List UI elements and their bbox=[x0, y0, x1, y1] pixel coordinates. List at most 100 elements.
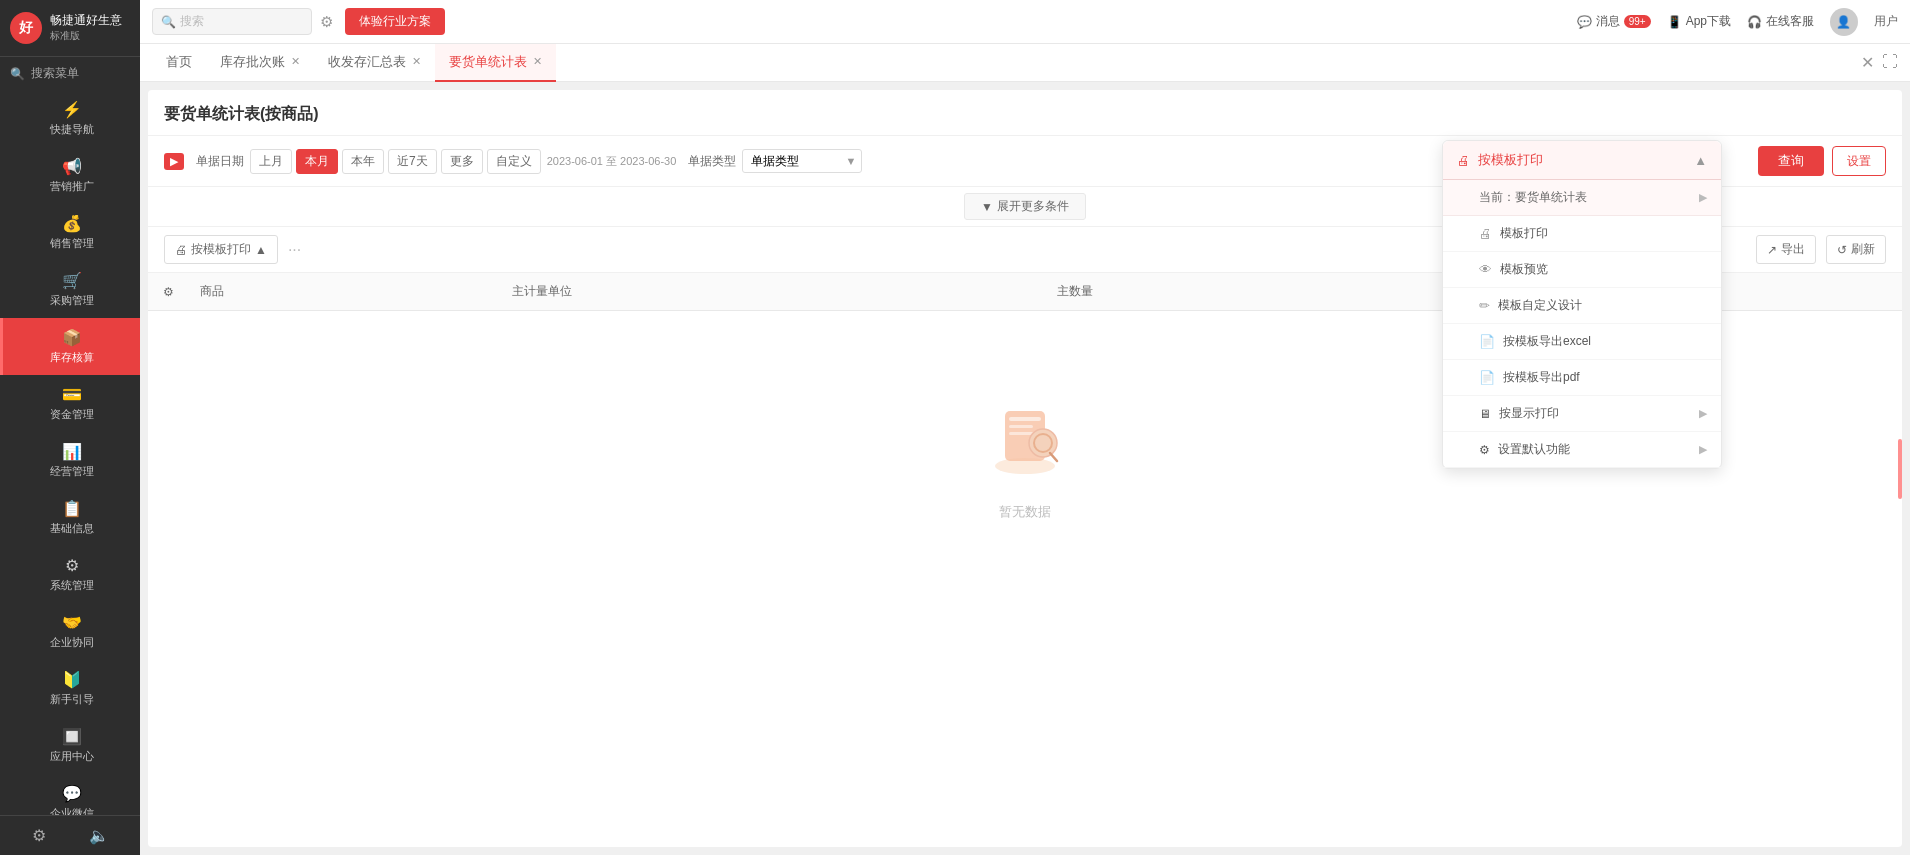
print-display-print-group[interactable]: 🖥 按显示打印 ▶ bbox=[1443, 396, 1721, 432]
export-excel-icon: 📄 bbox=[1479, 334, 1495, 349]
collab-label: 企业协同 bbox=[50, 635, 94, 650]
purchase-icon: 🛒 bbox=[62, 271, 82, 290]
apps-icon: 🔲 bbox=[62, 727, 82, 746]
message-btn[interactable]: 💬 消息 99+ bbox=[1577, 13, 1651, 30]
online-service-btn[interactable]: 🎧 在线客服 bbox=[1747, 13, 1814, 30]
trial-button[interactable]: 体验行业方案 bbox=[345, 8, 445, 35]
sidebar-item-basic[interactable]: 📋 基础信息 bbox=[0, 489, 140, 546]
print-dropdown-header: 🖨 按模板打印 ▲ bbox=[1443, 141, 1721, 180]
tab-order-stats[interactable]: 要货单统计表 ✕ bbox=[435, 44, 556, 82]
tab-home[interactable]: 首页 bbox=[152, 44, 206, 82]
tab-order-stats-close[interactable]: ✕ bbox=[533, 55, 542, 68]
template-print-icon: 🖨 bbox=[1479, 226, 1492, 241]
tab-receivable-summary-close[interactable]: ✕ bbox=[412, 55, 421, 68]
quick-nav-label: 快捷导航 bbox=[50, 122, 94, 137]
query-button[interactable]: 查询 bbox=[1758, 146, 1824, 176]
template-preview-icon: 👁 bbox=[1479, 262, 1492, 277]
print-dropdown: 🖨 按模板打印 ▲ 当前：要货单统计表 ▶ 🖨 模板打印 👁 模板预览 bbox=[1442, 140, 1722, 469]
user-avatar[interactable]: 👤 bbox=[1830, 8, 1858, 36]
col-qty: 主数量 bbox=[1045, 273, 1435, 311]
footer-sound-icon[interactable]: 🔈 bbox=[89, 826, 109, 845]
display-print-label: 按显示打印 bbox=[1499, 405, 1559, 422]
tabbar: 首页 库存批次账 ✕ 收发存汇总表 ✕ 要货单统计表 ✕ ✕ ⛶ bbox=[140, 44, 1910, 82]
tab-inventory-batch[interactable]: 库存批次账 ✕ bbox=[206, 44, 314, 82]
topbar-search-icon: 🔍 bbox=[161, 15, 176, 29]
current-year-btn[interactable]: 本年 bbox=[342, 149, 384, 174]
svg-line-7 bbox=[1050, 453, 1057, 461]
tab-close-all-icon[interactable]: ✕ bbox=[1861, 53, 1874, 72]
print-dropdown-title: 🖨 按模板打印 bbox=[1457, 151, 1543, 169]
guide-icon: 🔰 bbox=[62, 670, 82, 689]
print-template-btn[interactable]: 🖨 按模板打印 ▲ bbox=[164, 235, 278, 264]
print-export-excel-item[interactable]: 📄 按模板导出excel bbox=[1443, 324, 1721, 360]
sidebar-item-system[interactable]: ⚙ 系统管理 bbox=[0, 546, 140, 603]
print-default-func-group[interactable]: ⚙ 设置默认功能 ▶ bbox=[1443, 432, 1721, 468]
basic-label: 基础信息 bbox=[50, 521, 94, 536]
print-template-design-item[interactable]: ✏ 模板自定义设计 bbox=[1443, 288, 1721, 324]
sidebar-search[interactable]: 🔍 搜索菜单 bbox=[0, 57, 140, 90]
sidebar-item-marketing[interactable]: 📢 营销推广 bbox=[0, 147, 140, 204]
topbar-search[interactable]: 🔍 搜索 bbox=[152, 8, 312, 35]
expand-more-btn[interactable]: ▼ 展开更多条件 bbox=[964, 193, 1086, 220]
sidebar-item-purchase[interactable]: 🛒 采购管理 bbox=[0, 261, 140, 318]
prev-month-btn[interactable]: 上月 bbox=[250, 149, 292, 174]
print-dropdown-current: 当前：要货单统计表 ▶ bbox=[1443, 180, 1721, 216]
tab-home-label: 首页 bbox=[166, 53, 192, 71]
print-template-label: 按模板打印 bbox=[191, 241, 251, 258]
sidebar-item-collab[interactable]: 🤝 企业协同 bbox=[0, 603, 140, 660]
print-dropdown-up-icon[interactable]: ▲ bbox=[1694, 153, 1707, 168]
toolbar-more-icon[interactable]: ··· bbox=[288, 241, 301, 259]
sidebar-item-sales[interactable]: 💰 销售管理 bbox=[0, 204, 140, 261]
print-export-pdf-item[interactable]: 📄 按模板导出pdf bbox=[1443, 360, 1721, 396]
last7-btn[interactable]: 近7天 bbox=[388, 149, 437, 174]
filter-expand-arrow[interactable]: ▶ bbox=[164, 153, 184, 170]
topbar-gear-icon[interactable]: ⚙ bbox=[320, 13, 333, 31]
date-range-display: 2023-06-01 至 2023-06-30 bbox=[547, 154, 677, 169]
sidebar-item-apps[interactable]: 🔲 应用中心 bbox=[0, 717, 140, 774]
quick-nav-icon: ⚡ bbox=[62, 100, 82, 119]
sidebar-item-guide[interactable]: 🔰 新手引导 bbox=[0, 660, 140, 717]
sidebar-item-operations[interactable]: 📊 经营管理 bbox=[0, 432, 140, 489]
tab-inventory-batch-close[interactable]: ✕ bbox=[291, 55, 300, 68]
refresh-btn[interactable]: ↺ 刷新 bbox=[1826, 235, 1886, 264]
sidebar-item-quick-nav[interactable]: ⚡ 快捷导航 bbox=[0, 90, 140, 147]
template-preview-label: 模板预览 bbox=[1500, 261, 1548, 278]
sidebar: 好 畅捷通好生意 标准版 🔍 搜索菜单 ⚡ 快捷导航 📢 营销推广 💰 销售管理… bbox=[0, 0, 140, 855]
default-func-label: 设置默认功能 bbox=[1498, 441, 1570, 458]
export-pdf-label: 按模板导出pdf bbox=[1503, 369, 1580, 386]
custom-btn[interactable]: 自定义 bbox=[487, 149, 541, 174]
settings-button[interactable]: 设置 bbox=[1832, 146, 1886, 176]
sidebar-footer: ⚙ 🔈 bbox=[0, 815, 140, 855]
sidebar-logo: 好 畅捷通好生意 标准版 bbox=[0, 0, 140, 57]
system-label: 系统管理 bbox=[50, 578, 94, 593]
refresh-icon: ↺ bbox=[1837, 243, 1847, 257]
online-service-label: 在线客服 bbox=[1766, 13, 1814, 30]
col-goods: 商品 bbox=[188, 273, 500, 311]
print-template-print-item[interactable]: 🖨 模板打印 bbox=[1443, 216, 1721, 252]
app-download-btn[interactable]: 📱 App下载 bbox=[1667, 13, 1731, 30]
footer-settings-icon[interactable]: ⚙ bbox=[32, 826, 46, 845]
tab-receivable-summary[interactable]: 收发存汇总表 ✕ bbox=[314, 44, 435, 82]
headset-icon: 🎧 bbox=[1747, 15, 1762, 29]
sales-label: 销售管理 bbox=[50, 236, 94, 251]
tab-maximize-icon[interactable]: ⛶ bbox=[1882, 53, 1898, 72]
current-month-btn[interactable]: 本月 bbox=[296, 149, 338, 174]
more-btn[interactable]: 更多 bbox=[441, 149, 483, 174]
print-dropdown-actions: ▲ bbox=[1694, 153, 1707, 168]
order-type-select[interactable]: 单据类型 bbox=[742, 149, 862, 173]
svg-rect-3 bbox=[1009, 425, 1033, 428]
page-title: 要货单统计表(按商品) bbox=[164, 104, 1886, 125]
sidebar-item-inventory[interactable]: 📦 库存核算 bbox=[0, 318, 140, 375]
print-template-preview-item[interactable]: 👁 模板预览 bbox=[1443, 252, 1721, 288]
sidebar-item-wechat[interactable]: 💬 企业微信 bbox=[0, 774, 140, 815]
col-settings[interactable]: ⚙ bbox=[148, 273, 188, 311]
default-func-icon: ⚙ bbox=[1479, 443, 1490, 457]
sidebar-item-finance[interactable]: 💳 资金管理 bbox=[0, 375, 140, 432]
topbar: 🔍 搜索 ⚙ 体验行业方案 💬 消息 99+ 📱 App下载 🎧 在线客服 👤 … bbox=[140, 0, 1910, 44]
inventory-label: 库存核算 bbox=[50, 350, 94, 365]
export-btn[interactable]: ↗ 导出 bbox=[1756, 235, 1816, 264]
app-name: 畅捷通好生意 bbox=[50, 13, 122, 29]
default-func-left: ⚙ 设置默认功能 bbox=[1479, 441, 1570, 458]
expand-more-label: 展开更多条件 bbox=[997, 198, 1069, 215]
purchase-label: 采购管理 bbox=[50, 293, 94, 308]
